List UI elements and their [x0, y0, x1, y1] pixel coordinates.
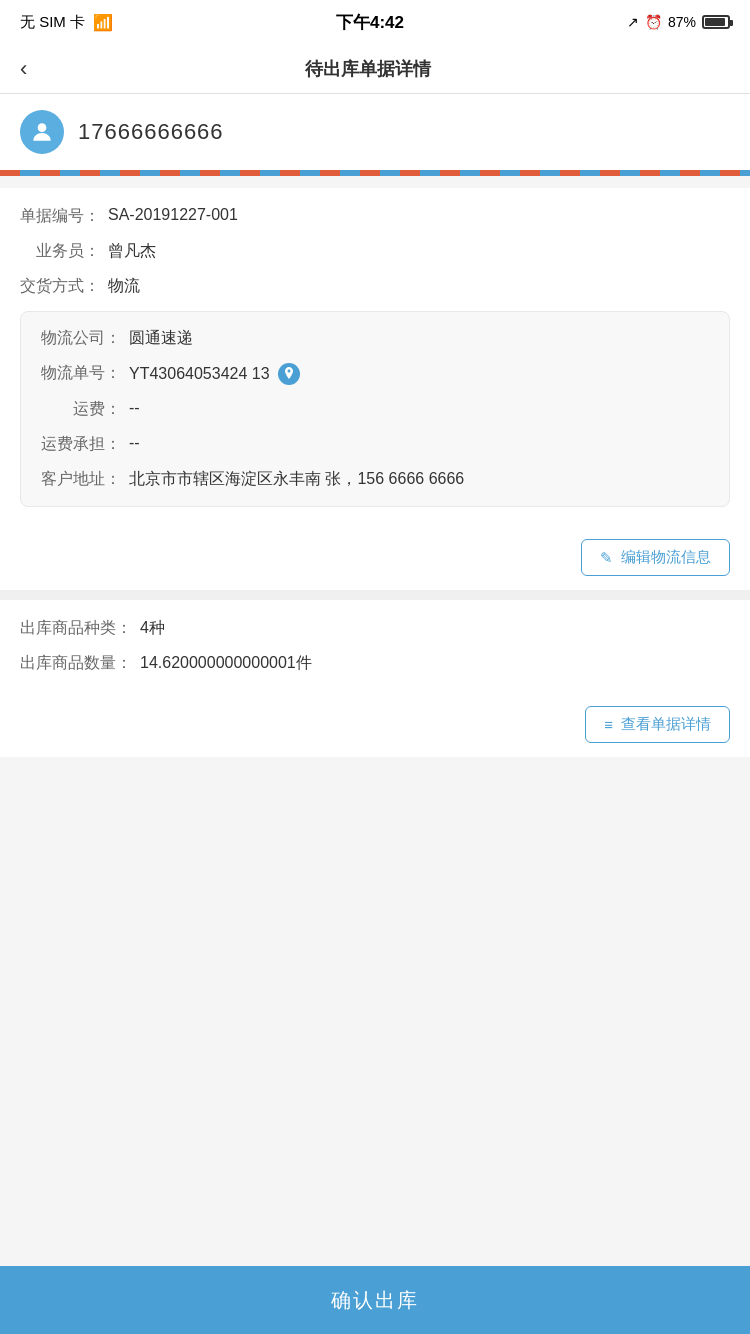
- edit-logistics-label: 编辑物流信息: [621, 548, 711, 567]
- goods-quantity-label: 出库商品数量：: [20, 653, 132, 674]
- bottom-spacer: [0, 757, 750, 957]
- avatar: [20, 110, 64, 154]
- view-detail-section: ≡ 查看单据详情: [0, 692, 750, 757]
- logistics-tracking-value: YT43064053424 13: [129, 363, 709, 385]
- battery-icon: [702, 15, 730, 29]
- nav-bar: ‹ 待出库单据详情: [0, 44, 750, 94]
- user-header: 17666666666: [0, 94, 750, 170]
- edit-logistics-button[interactable]: ✎ 编辑物流信息: [581, 539, 730, 576]
- goods-type-label: 出库商品种类：: [20, 618, 132, 639]
- pin-icon: [283, 367, 295, 381]
- status-left: 无 SIM 卡 📶: [20, 13, 113, 32]
- alarm-icon: ⏰: [645, 14, 662, 30]
- salesperson-value: 曾凡杰: [108, 241, 730, 262]
- freight-label: 运费：: [41, 399, 121, 420]
- delivery-method-row: 交货方式： 物流: [20, 276, 730, 297]
- battery-percentage: 87%: [668, 14, 696, 30]
- salesperson-label: 业务员：: [20, 241, 100, 262]
- svg-point-0: [38, 123, 47, 132]
- document-number-row: 单据编号： SA-20191227-001: [20, 206, 730, 227]
- dashed-divider: [0, 170, 750, 176]
- freight-value: --: [129, 399, 709, 417]
- user-icon: [29, 119, 55, 145]
- wifi-icon: 📶: [93, 13, 113, 32]
- edit-logistics-section: ✎ 编辑物流信息: [0, 525, 750, 590]
- carrier-text: 无 SIM 卡: [20, 13, 85, 32]
- list-icon: ≡: [604, 716, 613, 733]
- goods-type-value: 4种: [140, 618, 165, 639]
- freight-row: 运费： --: [41, 399, 709, 420]
- logistics-tracking-label: 物流单号：: [41, 363, 121, 384]
- logistics-company-value: 圆通速递: [129, 328, 709, 349]
- freight-bear-row: 运费承担： --: [41, 434, 709, 455]
- delivery-method-value: 物流: [108, 276, 730, 297]
- delivery-method-label: 交货方式：: [20, 276, 100, 297]
- user-phone: 17666666666: [78, 119, 224, 145]
- status-bar: 无 SIM 卡 📶 下午4:42 ↗ ⏰ 87%: [0, 0, 750, 44]
- edit-icon: ✎: [600, 549, 613, 567]
- view-detail-label: 查看单据详情: [621, 715, 711, 734]
- address-value: 北京市市辖区海淀区永丰南 张，156 6666 6666: [129, 469, 709, 490]
- logistics-company-label: 物流公司：: [41, 328, 121, 349]
- location-icon: ↗: [627, 14, 639, 30]
- address-label: 客户地址：: [41, 469, 121, 490]
- salesperson-row: 业务员： 曾凡杰: [20, 241, 730, 262]
- basic-info-section: 单据编号： SA-20191227-001 业务员： 曾凡杰 交货方式： 物流 …: [0, 188, 750, 525]
- freight-bear-label: 运费承担：: [41, 434, 121, 455]
- document-number-value: SA-20191227-001: [108, 206, 730, 224]
- freight-bear-value: --: [129, 434, 709, 452]
- section-divider: [0, 590, 750, 600]
- confirm-bar[interactable]: 确认出库: [0, 1266, 750, 1334]
- goods-quantity-row: 出库商品数量： 14.620000000000001件: [20, 653, 730, 674]
- logistics-tracking-row: 物流单号： YT43064053424 13: [41, 363, 709, 385]
- back-button[interactable]: ‹: [20, 56, 27, 82]
- confirm-button-label: 确认出库: [331, 1287, 419, 1314]
- document-number-label: 单据编号：: [20, 206, 100, 227]
- page-title: 待出库单据详情: [47, 57, 688, 81]
- status-right: ↗ ⏰ 87%: [627, 14, 730, 30]
- status-time: 下午4:42: [336, 11, 404, 34]
- view-detail-button[interactable]: ≡ 查看单据详情: [585, 706, 730, 743]
- goods-quantity-value: 14.620000000000001件: [140, 653, 312, 674]
- goods-section: 出库商品种类： 4种 出库商品数量： 14.620000000000001件: [0, 600, 750, 692]
- logistics-company-row: 物流公司： 圆通速递: [41, 328, 709, 349]
- address-row: 客户地址： 北京市市辖区海淀区永丰南 张，156 6666 6666: [41, 469, 709, 490]
- track-location-button[interactable]: [278, 363, 300, 385]
- goods-type-row: 出库商品种类： 4种: [20, 618, 730, 639]
- logistics-card: 物流公司： 圆通速递 物流单号： YT43064053424 13 运费： --…: [20, 311, 730, 507]
